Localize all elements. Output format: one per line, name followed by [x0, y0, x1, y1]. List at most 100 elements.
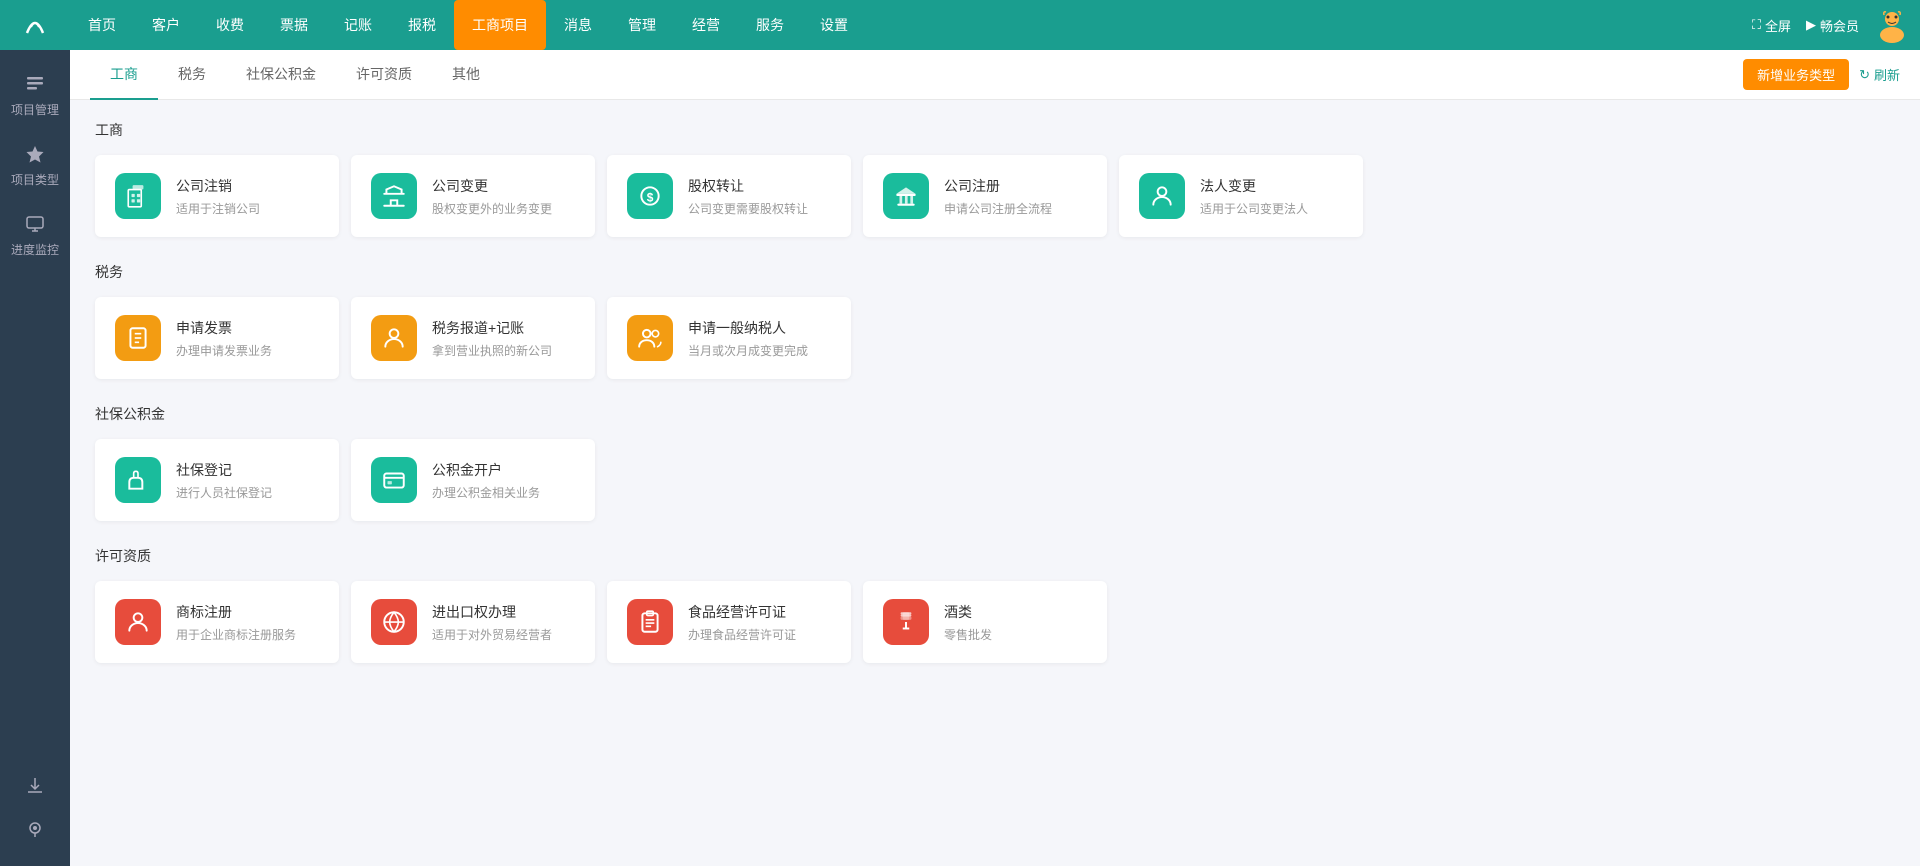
logo[interactable]: [10, 0, 60, 50]
card-desc: 股权变更外的业务变更: [432, 200, 575, 217]
cards-grid: 商标注册用于企业商标注册服务进出口权办理适用于对外贸易经营者食品经营许可证办理食…: [95, 581, 1895, 663]
nav-item-服务[interactable]: 服务: [738, 0, 802, 50]
tabs-container: 工商税务社保公积金许可资质其他: [90, 50, 500, 100]
fullscreen-button[interactable]: ⛶ 全屏: [1752, 16, 1791, 35]
top-nav-right: ⛶ 全屏 ▶ 畅会员: [1752, 7, 1910, 43]
tab-许可资质[interactable]: 许可资质: [336, 50, 432, 100]
card-icon: [115, 315, 161, 361]
service-card[interactable]: 社保登记进行人员社保登记: [95, 439, 339, 521]
card-desc: 办理食品经营许可证: [688, 626, 831, 643]
cards-grid: 社保登记进行人员社保登记公积金开户办理公积金相关业务: [95, 439, 1895, 521]
new-type-button[interactable]: 新增业务类型: [1743, 59, 1849, 90]
section-title: 税务: [95, 262, 1895, 282]
nav-item-工商项目[interactable]: 工商项目: [454, 0, 546, 50]
service-card[interactable]: $ 股权转让公司变更需要股权转让: [607, 155, 851, 237]
card-desc: 办理申请发票业务: [176, 342, 319, 359]
card-desc: 进行人员社保登记: [176, 484, 319, 501]
section-title: 许可资质: [95, 546, 1895, 566]
section-许可资质: 许可资质商标注册用于企业商标注册服务进出口权办理适用于对外贸易经营者食品经营许可…: [95, 546, 1895, 663]
service-card[interactable]: 公司注册申请公司注册全流程: [863, 155, 1107, 237]
card-icon: [371, 599, 417, 645]
card-icon: [115, 173, 161, 219]
card-icon: [883, 599, 929, 645]
card-title: 税务报道+记账: [432, 318, 575, 338]
card-desc: 适用于对外贸易经营者: [432, 626, 575, 643]
sidebar-item-progress[interactable]: 进度监控: [0, 200, 70, 270]
tabs-right: 新增业务类型 ↻ 刷新: [1743, 59, 1900, 90]
tabs-bar: 工商税务社保公积金许可资质其他 新增业务类型 ↻ 刷新: [70, 50, 1920, 100]
card-title: 申请一般纳税人: [688, 318, 831, 338]
vip-button[interactable]: ▶ 畅会员: [1806, 16, 1859, 35]
card-desc: 零售批发: [944, 626, 1087, 643]
sidebar-item-label: 项目类型: [11, 171, 59, 188]
card-desc: 用于企业商标注册服务: [176, 626, 319, 643]
avatar[interactable]: [1874, 7, 1910, 43]
service-card[interactable]: 食品经营许可证办理食品经营许可证: [607, 581, 851, 663]
service-card[interactable]: 酒类零售批发: [863, 581, 1107, 663]
service-card[interactable]: 进出口权办理适用于对外贸易经营者: [351, 581, 595, 663]
nav-item-收费[interactable]: 收费: [198, 0, 262, 50]
card-icon: [115, 599, 161, 645]
sidebar-location-btn[interactable]: [0, 807, 70, 851]
star-icon: [23, 142, 47, 166]
card-icon: [371, 315, 417, 361]
nav-item-记账[interactable]: 记账: [326, 0, 390, 50]
service-card[interactable]: 商标注册用于企业商标注册服务: [95, 581, 339, 663]
card-title: 申请发票: [176, 318, 319, 338]
card-desc: 适用于注销公司: [176, 200, 319, 217]
nav-item-管理[interactable]: 管理: [610, 0, 674, 50]
fullscreen-label: 全屏: [1765, 16, 1791, 35]
card-desc: 申请公司注册全流程: [944, 200, 1087, 217]
card-title: 股权转让: [688, 176, 831, 196]
refresh-icon: ↻: [1859, 67, 1870, 83]
nav-item-首页[interactable]: 首页: [70, 0, 134, 50]
sidebar-download-btn[interactable]: [0, 763, 70, 807]
nav-item-票据[interactable]: 票据: [262, 0, 326, 50]
nav-item-消息[interactable]: 消息: [546, 0, 610, 50]
service-card[interactable]: 申请一般纳税人当月或次月成变更完成: [607, 297, 851, 379]
card-icon: $: [627, 173, 673, 219]
card-icon: [627, 599, 673, 645]
sidebar-bottom: [0, 763, 70, 866]
nav-item-设置[interactable]: 设置: [802, 0, 866, 50]
scroll-content[interactable]: 工商公司注销适用于注销公司公司变更股权变更外的业务变更$股权转让公司变更需要股权…: [70, 100, 1920, 866]
service-card[interactable]: 税务报道+记账拿到营业执照的新公司: [351, 297, 595, 379]
monitor-icon: [23, 212, 47, 236]
service-card[interactable]: 法人变更适用于公司变更法人: [1119, 155, 1363, 237]
tab-税务[interactable]: 税务: [158, 50, 226, 100]
sidebar-item-label: 进度监控: [11, 241, 59, 258]
card-title: 食品经营许可证: [688, 602, 831, 622]
service-card[interactable]: 公司变更股权变更外的业务变更: [351, 155, 595, 237]
card-title: 酒类: [944, 602, 1087, 622]
nav-item-报税[interactable]: 报税: [390, 0, 454, 50]
list-icon: [23, 72, 47, 96]
sidebar-item-project-management[interactable]: 项目管理: [0, 60, 70, 130]
service-card[interactable]: 申请发票办理申请发票业务: [95, 297, 339, 379]
sidebar-item-project-type[interactable]: 项目类型: [0, 130, 70, 200]
card-title: 社保登记: [176, 460, 319, 480]
service-card[interactable]: 公司注销适用于注销公司: [95, 155, 339, 237]
content-area: 工商税务社保公积金许可资质其他 新增业务类型 ↻ 刷新 工商公司注销适用于注销公…: [70, 50, 1920, 866]
card-title: 商标注册: [176, 602, 319, 622]
cards-grid: 公司注销适用于注销公司公司变更股权变更外的业务变更$股权转让公司变更需要股权转让…: [95, 155, 1895, 237]
vip-label: 畅会员: [1820, 16, 1859, 35]
refresh-label: 刷新: [1874, 65, 1900, 84]
tab-工商[interactable]: 工商: [90, 50, 158, 100]
tab-其他[interactable]: 其他: [432, 50, 500, 100]
tab-社保公积金[interactable]: 社保公积金: [226, 50, 336, 100]
card-desc: 公司变更需要股权转让: [688, 200, 831, 217]
card-icon: [883, 173, 929, 219]
service-card[interactable]: 公积金开户办理公积金相关业务: [351, 439, 595, 521]
section-工商: 工商公司注销适用于注销公司公司变更股权变更外的业务变更$股权转让公司变更需要股权…: [95, 120, 1895, 237]
card-desc: 办理公积金相关业务: [432, 484, 575, 501]
nav-items: 首页客户收费票据记账报税工商项目消息管理经营服务设置: [70, 0, 1752, 50]
top-navigation: 首页客户收费票据记账报税工商项目消息管理经营服务设置 ⛶ 全屏 ▶ 畅会员: [0, 0, 1920, 50]
card-title: 法人变更: [1200, 176, 1343, 196]
nav-item-经营[interactable]: 经营: [674, 0, 738, 50]
nav-item-客户[interactable]: 客户: [134, 0, 198, 50]
play-icon: ▶: [1806, 17, 1816, 33]
card-title: 公司变更: [432, 176, 575, 196]
refresh-button[interactable]: ↻ 刷新: [1859, 65, 1900, 84]
card-icon: [371, 457, 417, 503]
sidebar-item-label: 项目管理: [11, 101, 59, 118]
